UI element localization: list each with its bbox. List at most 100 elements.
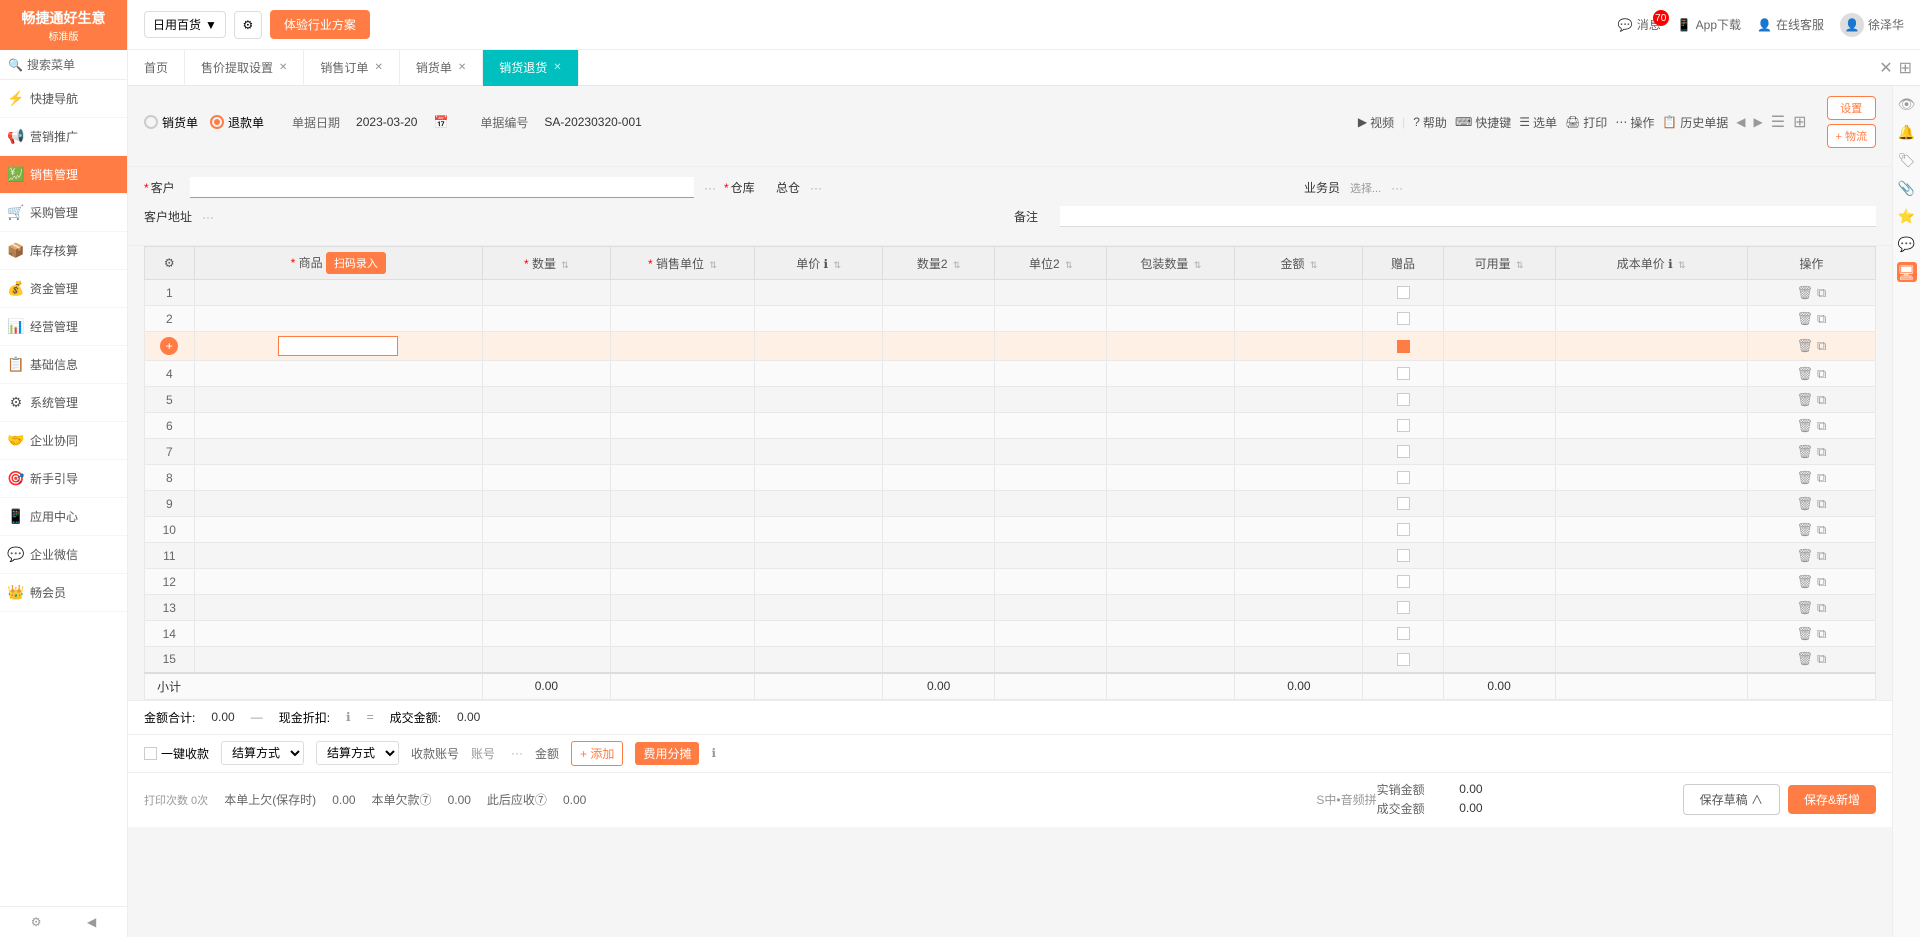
- product-cell-6[interactable]: [194, 413, 482, 439]
- calendar-icon[interactable]: 📅: [433, 115, 448, 129]
- right-eye-icon[interactable]: 👁: [1897, 94, 1917, 114]
- product-cell-8[interactable]: [194, 465, 482, 491]
- copy-btn-8[interactable]: ⧉: [1817, 470, 1826, 486]
- qty-cell-1[interactable]: [482, 280, 610, 306]
- product-cell-4[interactable]: [194, 361, 482, 387]
- tab-close-all[interactable]: ✕: [1879, 58, 1892, 78]
- cost-cell-3[interactable]: [1555, 332, 1747, 361]
- gift-checkbox-6[interactable]: [1397, 419, 1410, 432]
- qty2-cell-14[interactable]: [883, 621, 995, 647]
- delete-btn-5[interactable]: 🗑: [1796, 392, 1813, 408]
- cost-cell-14[interactable]: [1555, 621, 1747, 647]
- unit-cell-2[interactable]: [610, 306, 754, 332]
- qty2-cell-11[interactable]: [883, 543, 995, 569]
- sidebar-item-guide[interactable]: 🎯 新手引导: [0, 460, 127, 498]
- add-payment-btn[interactable]: + 添加: [571, 741, 623, 766]
- available-cell-15[interactable]: [1443, 647, 1555, 673]
- unit-cell-5[interactable]: [610, 387, 754, 413]
- delete-btn-9[interactable]: 🗑: [1796, 496, 1813, 512]
- customer-more[interactable]: ···: [704, 181, 716, 195]
- qty2-cell-5[interactable]: [883, 387, 995, 413]
- qty2-cell-7[interactable]: [883, 439, 995, 465]
- unit-cell-15[interactable]: [610, 647, 754, 673]
- online-service-btn[interactable]: 👤 在线客服: [1757, 16, 1824, 33]
- unit2-cell-10[interactable]: [995, 517, 1107, 543]
- app-download-btn[interactable]: 📱 App下载: [1677, 16, 1741, 33]
- right-chat-icon[interactable]: 💬: [1897, 234, 1917, 254]
- sidebar-item-shortcuts[interactable]: ⚡ 快捷导航: [0, 80, 127, 118]
- qty-cell-13[interactable]: [482, 595, 610, 621]
- right-screen-icon[interactable]: 🖥: [1897, 262, 1917, 282]
- copy-btn-10[interactable]: ⧉: [1817, 522, 1826, 538]
- select-btn[interactable]: ☰ 选单: [1519, 114, 1557, 131]
- unit-cell-4[interactable]: [610, 361, 754, 387]
- nav-next[interactable]: ▶: [1754, 115, 1763, 129]
- cost-cell-8[interactable]: [1555, 465, 1747, 491]
- delete-btn-12[interactable]: 🗑: [1796, 574, 1813, 590]
- unit2-cell-5[interactable]: [995, 387, 1107, 413]
- amount-cell-13[interactable]: [1235, 595, 1363, 621]
- qty2-cell-2[interactable]: [883, 306, 995, 332]
- available-cell-3[interactable]: [1443, 332, 1555, 361]
- delete-btn-4[interactable]: 🗑: [1796, 366, 1813, 382]
- qty-cell-11[interactable]: [482, 543, 610, 569]
- price-cell-6[interactable]: [755, 413, 883, 439]
- gift-checkbox-7[interactable]: [1397, 445, 1410, 458]
- unit2-cell-4[interactable]: [995, 361, 1107, 387]
- available-cell-6[interactable]: [1443, 413, 1555, 439]
- amount-cell-2[interactable]: [1235, 306, 1363, 332]
- delete-btn-8[interactable]: 🗑: [1796, 470, 1813, 486]
- gift-checkbox-3[interactable]: [1397, 340, 1410, 353]
- operations-btn[interactable]: ⋯ 操作: [1615, 114, 1654, 131]
- user-profile[interactable]: 👤 徐泽华: [1840, 13, 1904, 37]
- shortcuts-btn[interactable]: ⌨ 快捷键: [1455, 114, 1511, 131]
- logistics-btn[interactable]: + 物流: [1827, 124, 1876, 148]
- price-cell-1[interactable]: [755, 280, 883, 306]
- amount-cell-12[interactable]: [1235, 569, 1363, 595]
- save-new-btn[interactable]: 保存&新增: [1788, 785, 1876, 814]
- unit-cell-6[interactable]: [610, 413, 754, 439]
- remark-input[interactable]: [1060, 206, 1876, 227]
- topbar-gear-btn[interactable]: ⚙: [234, 11, 262, 39]
- amount-cell-5[interactable]: [1235, 387, 1363, 413]
- print-btn[interactable]: 🖨 打印: [1565, 114, 1607, 131]
- tab-price-extract[interactable]: 售价提取设置 ✕: [185, 50, 304, 86]
- gift-checkbox-12[interactable]: [1397, 575, 1410, 588]
- price-cell-13[interactable]: [755, 595, 883, 621]
- unit2-cell-9[interactable]: [995, 491, 1107, 517]
- copy-btn-1[interactable]: ⧉: [1817, 285, 1826, 301]
- product-cell-11[interactable]: [194, 543, 482, 569]
- sidebar-item-apps[interactable]: 📱 应用中心: [0, 498, 127, 536]
- price-cell-9[interactable]: [755, 491, 883, 517]
- delete-btn-6[interactable]: 🗑: [1796, 418, 1813, 434]
- settlement-method-select[interactable]: 结算方式: [221, 741, 304, 765]
- delete-btn-2[interactable]: 🗑: [1796, 311, 1813, 327]
- unit-cell-1[interactable]: [610, 280, 754, 306]
- qty2-cell-8[interactable]: [883, 465, 995, 491]
- unit-cell-8[interactable]: [610, 465, 754, 491]
- message-btn[interactable]: 💬 消息 70: [1618, 16, 1661, 33]
- qty2-cell-10[interactable]: [883, 517, 995, 543]
- qty-cell-5[interactable]: [482, 387, 610, 413]
- qty-cell-6[interactable]: [482, 413, 610, 439]
- pkg-cell-14[interactable]: [1107, 621, 1235, 647]
- product-cell-3[interactable]: [194, 332, 482, 361]
- qty2-cell-1[interactable]: [883, 280, 995, 306]
- available-cell-13[interactable]: [1443, 595, 1555, 621]
- product-cell-9[interactable]: [194, 491, 482, 517]
- qty2-cell-12[interactable]: [883, 569, 995, 595]
- pkg-cell-2[interactable]: [1107, 306, 1235, 332]
- qty2-cell-6[interactable]: [883, 413, 995, 439]
- amount-cell-11[interactable]: [1235, 543, 1363, 569]
- salesperson-placeholder[interactable]: 选择...: [1350, 180, 1381, 196]
- gift-checkbox-1[interactable]: [1397, 286, 1410, 299]
- price-cell-2[interactable]: [755, 306, 883, 332]
- pkg-cell-13[interactable]: [1107, 595, 1235, 621]
- delete-btn-3[interactable]: 🗑: [1796, 338, 1813, 354]
- qty-cell-15[interactable]: [482, 647, 610, 673]
- amount-cell-14[interactable]: [1235, 621, 1363, 647]
- tab-sales-invoice-close[interactable]: ✕: [458, 62, 466, 73]
- unit-cell-3[interactable]: [610, 332, 754, 361]
- unit-cell-13[interactable]: [610, 595, 754, 621]
- amount-cell-6[interactable]: [1235, 413, 1363, 439]
